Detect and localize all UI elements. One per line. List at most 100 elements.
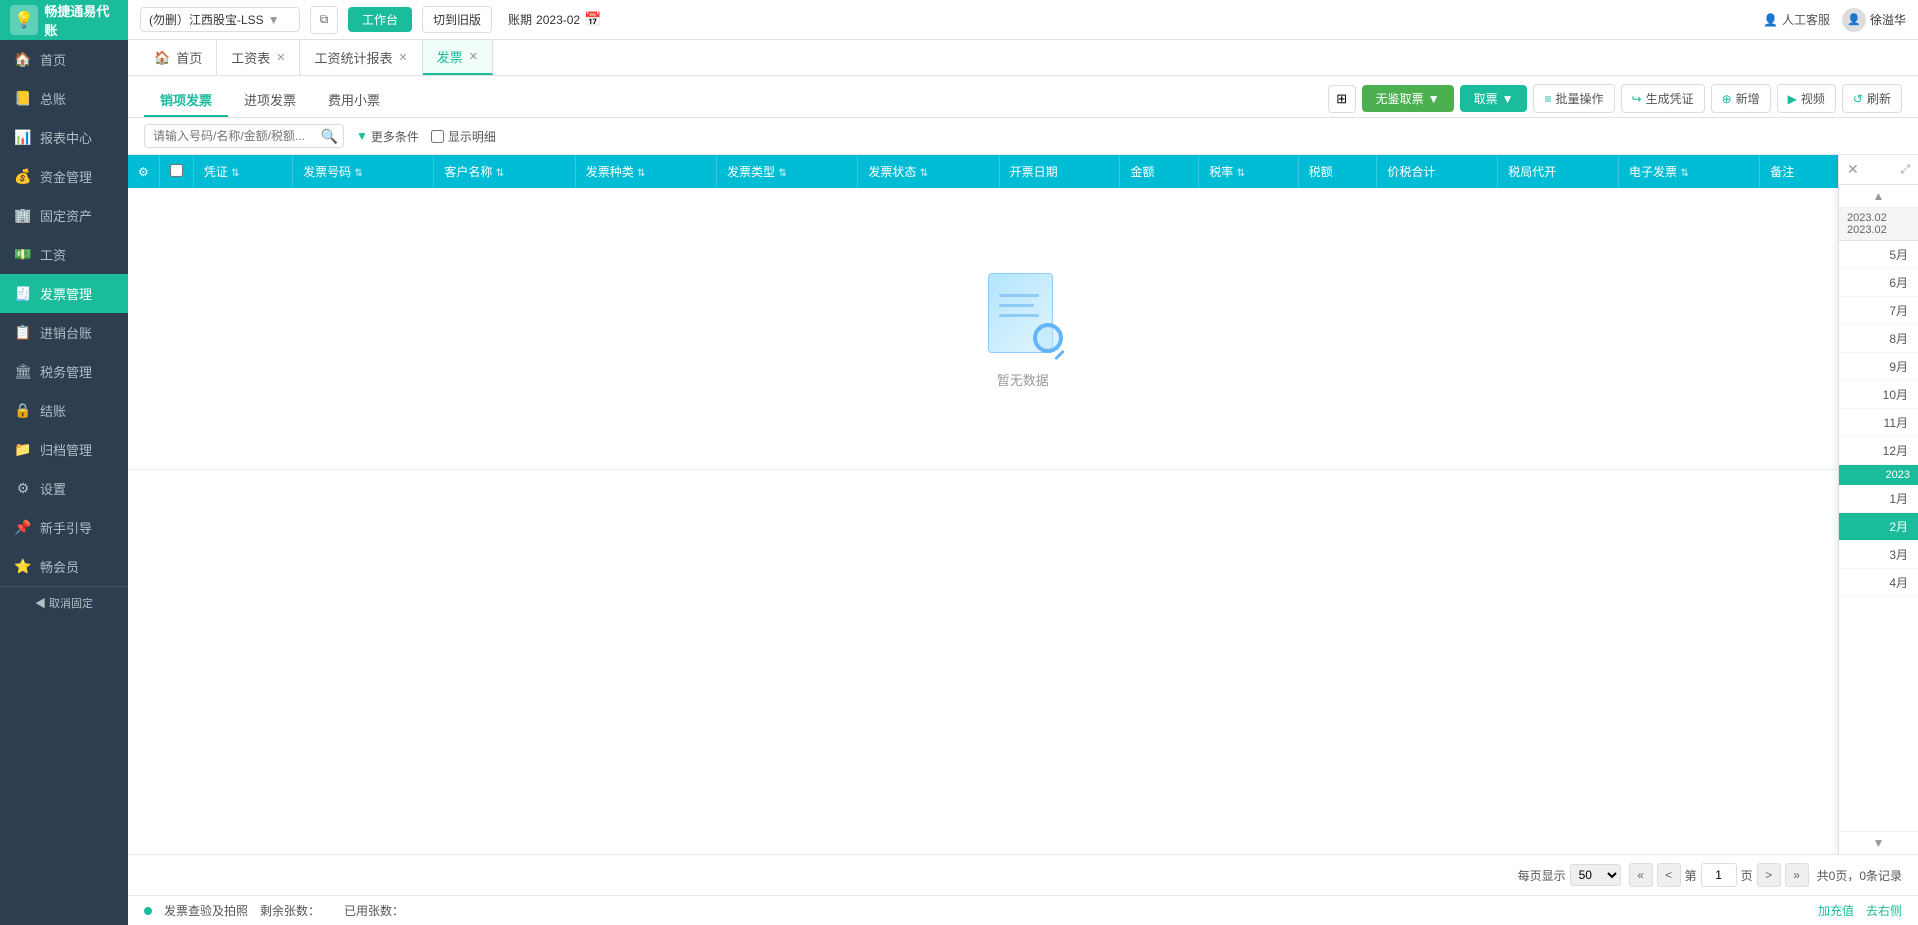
date-month-10[interactable]: 10月 — [1839, 381, 1918, 409]
sidebar-item-settings[interactable]: ⚙ 设置 — [0, 469, 128, 508]
date-month-5[interactable]: 5月 — [1839, 241, 1918, 269]
tab-payroll-close[interactable]: ✕ — [276, 51, 285, 64]
sidebar-item-closing[interactable]: 🔒 结账 — [0, 391, 128, 430]
search-input[interactable] — [144, 124, 344, 148]
sidebar-item-tax[interactable]: 🏛 税务管理 — [0, 352, 128, 391]
date-month-6[interactable]: 6月 — [1839, 269, 1918, 297]
tab-invoice-label: 发票 — [437, 47, 463, 66]
search-icon[interactable]: 🔍 — [321, 128, 338, 145]
current-date-display: 2023.02 2023.02 — [1839, 208, 1918, 241]
date-scroll-up-btn[interactable]: ▲ — [1839, 185, 1918, 208]
select-all-checkbox[interactable] — [170, 164, 183, 177]
date-scroll-down-btn[interactable]: ▼ — [1839, 831, 1918, 854]
more-conditions-btn[interactable]: ▼ 更多条件 — [356, 128, 419, 145]
empty-state: 暂无数据 — [128, 188, 1918, 469]
user-info[interactable]: 👤 徐溢华 — [1842, 8, 1906, 32]
date-panel-expand-btn[interactable]: ⤢ — [1900, 162, 1910, 177]
page-nav: « < 第 页 > » — [1629, 863, 1809, 887]
generate-voucher-label: 生成凭证 — [1646, 90, 1694, 107]
more-conditions-label: 更多条件 — [371, 128, 419, 145]
workbench-btn[interactable]: 工作台 — [348, 7, 412, 32]
generate-voucher-icon: ↪ — [1632, 92, 1642, 106]
subtab-sales-invoice[interactable]: 销项发票 — [144, 84, 228, 117]
tab-invoice[interactable]: 发票 ✕ — [423, 40, 493, 75]
service-btn[interactable]: 👤 人工客服 — [1763, 11, 1830, 28]
sidebar-item-guide[interactable]: 📌 新手引导 — [0, 508, 128, 547]
copy-company-btn[interactable]: ⧉ — [310, 6, 338, 34]
sales-ledger-icon: 📋 — [14, 324, 32, 341]
new-icon: ⊕ — [1722, 92, 1732, 106]
th-checkbox[interactable] — [159, 155, 193, 188]
subtab-purchase-invoice[interactable]: 进项发票 — [228, 84, 312, 117]
sidebar-item-membership[interactable]: ⭐ 畅会员 — [0, 547, 128, 586]
no-deduction-btn[interactable]: 无鉴取票 ▼ — [1362, 85, 1454, 112]
date-month-8[interactable]: 8月 — [1839, 325, 1918, 353]
th-customer: 客户名称 ⇅ — [434, 155, 575, 188]
subtab-expense-receipt-label: 费用小票 — [328, 93, 380, 108]
video-label: 视频 — [1801, 90, 1825, 107]
new-btn[interactable]: ⊕ 新增 — [1711, 84, 1771, 113]
switch-version-btn[interactable]: 切到旧版 — [422, 6, 492, 33]
date-month-2023-3[interactable]: 3月 — [1839, 541, 1918, 569]
bottom-bar: 发票查验及拍照 剩余张数： 已用张数： 加充值 去右侧 — [128, 895, 1918, 925]
sidebar-item-home[interactable]: 🏠 首页 — [0, 40, 128, 79]
page-number-input[interactable] — [1701, 863, 1737, 887]
tab-home-icon: 🏠 — [154, 50, 170, 66]
date-month-2023-1[interactable]: 1月 — [1839, 485, 1918, 513]
generate-voucher-btn[interactable]: ↪ 生成凭证 — [1621, 84, 1705, 113]
last-page-btn[interactable]: » — [1785, 863, 1809, 887]
tab-payroll[interactable]: 工资表 ✕ — [217, 40, 300, 75]
sidebar-item-archive[interactable]: 📁 归档管理 — [0, 430, 128, 469]
closing-icon: 🔒 — [14, 402, 32, 419]
top-up-link[interactable]: 加充值 — [1818, 902, 1854, 919]
date-month-2023-2[interactable]: 2月 — [1839, 513, 1918, 541]
sidebar-item-payroll[interactable]: 💵 工资 — [0, 235, 128, 274]
subtab-purchase-invoice-label: 进项发票 — [244, 93, 296, 108]
sort-invoice-category-icon: ⇅ — [778, 168, 786, 179]
video-btn[interactable]: ▶ 视频 — [1777, 84, 1836, 113]
th-settings[interactable]: ⚙ — [128, 155, 159, 188]
page-size-dropdown[interactable]: 50 20 100 — [1570, 864, 1621, 886]
refresh-label: 刷新 — [1867, 90, 1891, 107]
date-month-12[interactable]: 12月 — [1839, 437, 1918, 465]
sidebar-item-ledger[interactable]: 📒 总账 — [0, 79, 128, 118]
sidebar-label-fixed-assets: 固定资产 — [40, 206, 92, 225]
company-selector[interactable]: (勿删）江西股宝-LSS ▼ — [140, 7, 300, 32]
sidebar-item-funds[interactable]: 💰 资金管理 — [0, 157, 128, 196]
sidebar-item-sales-ledger[interactable]: 📋 进销台账 — [0, 313, 128, 352]
payroll-icon: 💵 — [14, 246, 32, 263]
current-date-1: 2023.02 — [1847, 212, 1910, 224]
tab-payroll-stats-close[interactable]: ✕ — [398, 51, 407, 64]
first-page-btn[interactable]: « — [1629, 863, 1653, 887]
date-panel-close-btn[interactable]: ✕ — [1847, 161, 1859, 178]
sidebar-item-fixed-assets[interactable]: 🏢 固定资产 — [0, 196, 128, 235]
subtab-expense-receipt[interactable]: 费用小票 — [312, 84, 396, 117]
refresh-btn[interactable]: ↺ 刷新 — [1842, 84, 1902, 113]
copy-icon: ⧉ — [320, 12, 329, 27]
sort-invoice-no-icon: ⇅ — [354, 168, 362, 179]
tab-home[interactable]: 🏠 首页 — [140, 40, 217, 75]
view-switch-btn[interactable]: ⊞ — [1328, 85, 1356, 113]
deduction-btn[interactable]: 取票 ▼ — [1460, 85, 1528, 112]
go-right-link[interactable]: 去右侧 — [1866, 902, 1902, 919]
tab-invoice-close[interactable]: ✕ — [469, 50, 478, 63]
sidebar-collapse-btn[interactable]: ◀ 取消固定 — [0, 586, 128, 619]
date-month-7[interactable]: 7月 — [1839, 297, 1918, 325]
subtab-bar: 销项发票 进项发票 费用小票 ⊞ 无鉴取票 ▼ 取票 ▼ — [128, 76, 1918, 118]
bulk-ops-btn[interactable]: ≡ 批量操作 — [1533, 84, 1614, 113]
date-month-11[interactable]: 11月 — [1839, 409, 1918, 437]
sidebar-item-reports[interactable]: 📊 报表中心 — [0, 118, 128, 157]
membership-icon: ⭐ — [14, 558, 32, 575]
show-detail-input[interactable] — [431, 130, 444, 143]
prev-page-btn[interactable]: < — [1657, 863, 1681, 887]
magnifier-icon — [1033, 323, 1063, 353]
date-month-2023-4[interactable]: 4月 — [1839, 569, 1918, 597]
filter-bar: 🔍 ▼ 更多条件 显示明细 — [128, 118, 1918, 155]
sidebar-item-invoice[interactable]: 🧾 发票管理 — [0, 274, 128, 313]
next-page-btn[interactable]: > — [1757, 863, 1781, 887]
subtab-sales-invoice-label: 销项发票 — [160, 93, 212, 108]
show-detail-checkbox[interactable]: 显示明细 — [431, 128, 496, 145]
tab-payroll-stats[interactable]: 工资统计报表 ✕ — [300, 40, 422, 75]
empty-illustration — [983, 268, 1063, 358]
date-month-9[interactable]: 9月 — [1839, 353, 1918, 381]
